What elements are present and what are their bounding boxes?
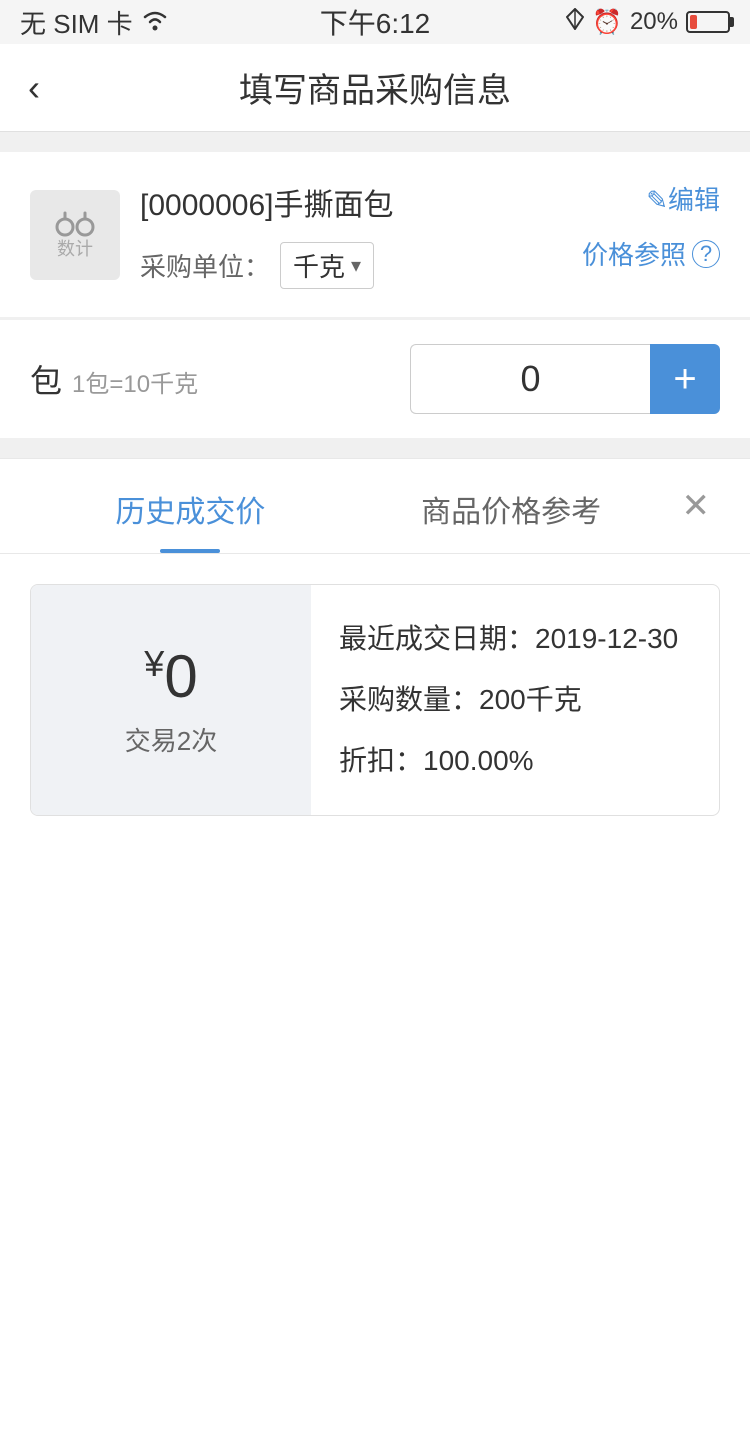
svg-text:数计: 数计: [57, 239, 93, 259]
product-info: [0000006]手撕面包 采购单位： 千克 ▾: [140, 180, 393, 289]
product-thumbnail: 数计: [30, 190, 120, 280]
page-title: 填写商品采购信息: [239, 63, 511, 112]
purchase-qty-value: 200千克: [479, 684, 582, 715]
price-discount: 折扣：100.00%: [339, 739, 691, 784]
product-header: 数计 [0000006]手撕面包 采购单位： 千克 ▾ ✎编辑 价格参照 ?: [30, 180, 720, 289]
recent-date-value: 2019-12-30: [535, 623, 678, 654]
price-ref-label: 价格参照: [582, 235, 686, 272]
discount-label: 折扣：: [339, 745, 423, 776]
price-tabs-container: 历史成交价 商品价格参考 ✕ ¥0 交易2次 最近成交日期：2019-12-30…: [0, 458, 750, 846]
location-icon: [566, 8, 584, 37]
price-amount: 0: [164, 643, 197, 710]
unit-dropdown-arrow: ▾: [351, 253, 361, 278]
product-unit-row: 采购单位： 千克 ▾: [140, 242, 393, 289]
price-recent-date: 最近成交日期：2019-12-30: [339, 617, 691, 662]
edit-link[interactable]: ✎编辑: [646, 180, 720, 217]
status-right: ⏰ 20%: [566, 8, 730, 37]
product-card: 数计 [0000006]手撕面包 采购单位： 千克 ▾ ✎编辑 价格参照 ?: [0, 152, 750, 317]
nav-bar: ‹ 填写商品采购信息: [0, 44, 750, 132]
unit-selector[interactable]: 千克 ▾: [280, 242, 374, 289]
quantity-left: 包 1包=10千克: [30, 356, 198, 402]
price-trade-count: 交易2次: [125, 721, 217, 758]
tab-history-price[interactable]: 历史成交价: [30, 459, 351, 553]
price-tabs-header: 历史成交价 商品价格参考 ✕: [0, 459, 750, 554]
price-currency: ¥: [144, 643, 164, 684]
discount-value: 100.00%: [423, 745, 534, 776]
price-display: ¥0: [144, 642, 197, 711]
alarm-icon: ⏰: [592, 8, 622, 37]
quantity-input[interactable]: [410, 344, 650, 414]
back-button[interactable]: ‹: [28, 67, 40, 109]
price-tabs-close-button[interactable]: ✕: [672, 479, 721, 533]
recent-date-label: 最近成交日期：: [339, 623, 535, 654]
price-ref-icon: ?: [692, 240, 720, 268]
bottom-area: [0, 846, 750, 1446]
quantity-hint: 1包=10千克: [72, 364, 198, 399]
quantity-input-area: +: [410, 344, 720, 414]
price-ref-link[interactable]: 价格参照 ?: [582, 235, 720, 272]
status-bar: 无 SIM 卡 下午6:12 ⏰ 20%: [0, 0, 750, 44]
price-card-left: ¥0 交易2次: [31, 585, 311, 815]
quantity-unit-char: 包: [30, 356, 62, 402]
unit-label: 采购单位：: [140, 247, 270, 284]
price-card-container: ¥0 交易2次 最近成交日期：2019-12-30 采购数量：200千克 折扣：…: [0, 554, 750, 846]
price-card: ¥0 交易2次 最近成交日期：2019-12-30 采购数量：200千克 折扣：…: [30, 584, 720, 816]
unit-value: 千克: [293, 247, 345, 284]
product-name: [0000006]手撕面包: [140, 180, 393, 224]
battery-percent: 20%: [630, 8, 678, 36]
tab-product-price-ref[interactable]: 商品价格参考: [351, 459, 672, 553]
product-left: 数计 [0000006]手撕面包 采购单位： 千克 ▾: [30, 180, 393, 289]
price-purchase-qty: 采购数量：200千克: [339, 678, 691, 723]
purchase-qty-label: 采购数量：: [339, 684, 479, 715]
status-left: 无 SIM 卡: [20, 4, 169, 41]
quantity-plus-button[interactable]: +: [650, 344, 720, 414]
battery-icon: [686, 11, 730, 33]
wifi-icon: [141, 7, 169, 38]
price-card-right: 最近成交日期：2019-12-30 采购数量：200千克 折扣：100.00%: [311, 585, 719, 815]
status-time: 下午6:12: [320, 2, 431, 42]
product-actions-right: ✎编辑 价格参照 ?: [582, 180, 720, 272]
quantity-row: 包 1包=10千克 +: [0, 319, 750, 438]
sim-status: 无 SIM 卡: [20, 4, 133, 41]
